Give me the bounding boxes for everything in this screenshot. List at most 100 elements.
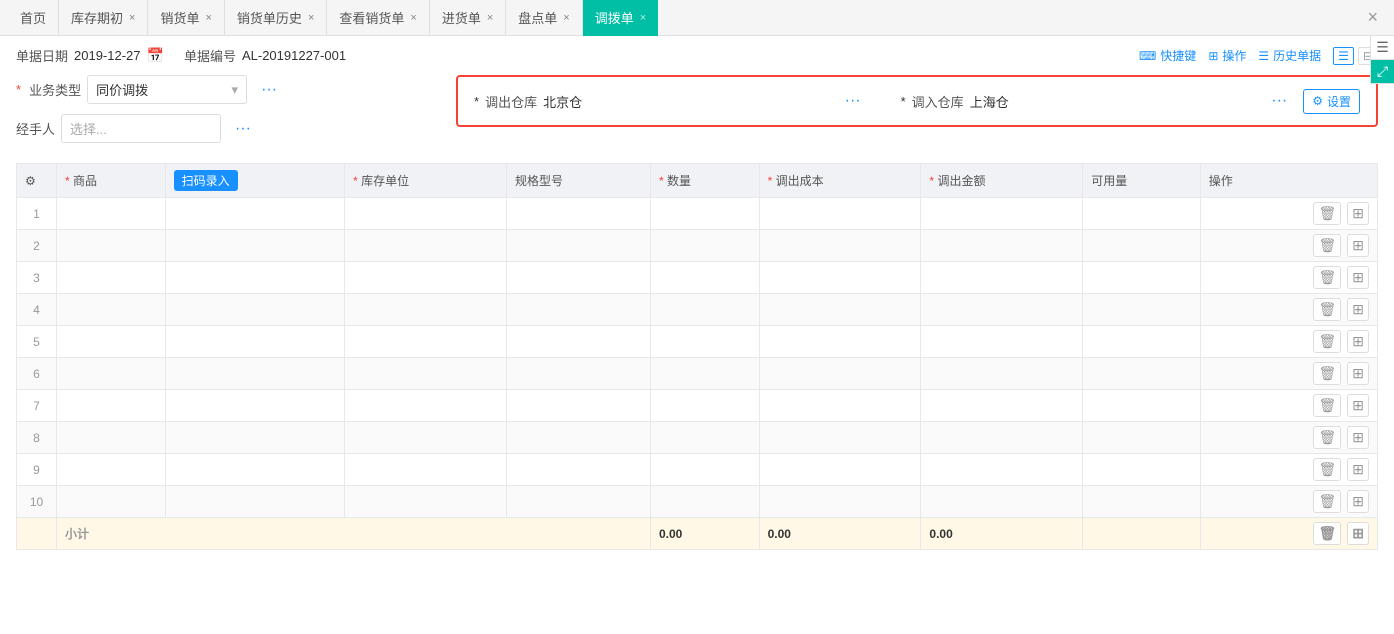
subtotal-amount-cell: 0.00 <box>921 518 1083 550</box>
sidebar-expand-icon[interactable]: ⤢ <box>1370 60 1394 84</box>
th-actions: 操作 <box>1200 164 1377 198</box>
row-num-cell: 8 <box>17 422 57 454</box>
row-cost-cell <box>759 422 921 454</box>
out-warehouse-more-icon[interactable]: ··· <box>845 92 861 110</box>
row-copy-icon[interactable]: ⊞ <box>1347 426 1369 449</box>
subtotal-available-cell <box>1083 518 1200 550</box>
tab-sales-order-close[interactable]: × <box>205 12 211 24</box>
subtotal-actions-cell: 🗑 ⊞ <box>1200 518 1377 550</box>
row-amount-cell <box>921 294 1083 326</box>
tab-bar: 首页 库存期初 × 销货单 × 销货单历史 × 查看销货单 × 进货单 × 盘点… <box>0 0 1394 36</box>
header-right-actions: ⌨ 快捷键 ⊞ 操作 ☰ 历史单据 ☰ ⊟ <box>1139 47 1378 65</box>
row-product-cell[interactable] <box>57 326 166 358</box>
subtotal-delete-icon[interactable]: 🗑 <box>1313 522 1341 545</box>
row-product-cell[interactable] <box>57 390 166 422</box>
row-copy-icon[interactable]: ⊞ <box>1347 202 1369 225</box>
calendar-icon[interactable]: 📅 <box>147 47 164 64</box>
in-warehouse-field: * 调入仓库 上海仓 ··· <box>901 92 1288 111</box>
row-spec-cell <box>506 422 650 454</box>
row-spec-cell <box>506 230 650 262</box>
row-copy-icon[interactable]: ⊞ <box>1347 490 1369 513</box>
sidebar-list-icon[interactable]: ☰ <box>1370 36 1394 60</box>
row-product-cell[interactable] <box>57 198 166 230</box>
row-num-cell: 1 <box>17 198 57 230</box>
row-product-cell[interactable] <box>57 486 166 518</box>
business-type-required: * <box>16 82 21 97</box>
scan-button[interactable]: 扫码录入 <box>174 170 238 191</box>
row-delete-icon[interactable]: 🗑 <box>1313 234 1341 257</box>
tab-transfer-order-close[interactable]: × <box>640 12 646 24</box>
tab-sales-history-close[interactable]: × <box>308 12 314 24</box>
close-all-tabs[interactable]: × <box>1359 7 1386 28</box>
tab-inventory-check-close[interactable]: × <box>563 12 569 24</box>
row-product-cell[interactable] <box>57 358 166 390</box>
shortcuts-btn[interactable]: ⌨ 快捷键 <box>1139 47 1196 64</box>
layout-list-icon[interactable]: ☰ <box>1333 47 1354 65</box>
history-btn[interactable]: ☰ 历史单据 <box>1258 47 1321 64</box>
th-gear[interactable]: ⚙ <box>17 164 57 198</box>
tab-inventory-check-label: 盘点单 <box>518 8 557 27</box>
row-delete-icon[interactable]: 🗑 <box>1313 394 1341 417</box>
person-select[interactable]: 选择... <box>61 114 221 143</box>
row-product-cell[interactable] <box>57 230 166 262</box>
tab-view-sales-close[interactable]: × <box>410 12 416 24</box>
subtotal-copy-icon[interactable]: ⊞ <box>1347 522 1369 545</box>
in-warehouse-more-icon[interactable]: ··· <box>1271 92 1287 110</box>
tab-sales-history[interactable]: 销货单历史 × <box>225 0 327 36</box>
row-cost-cell <box>759 486 921 518</box>
row-delete-icon[interactable]: 🗑 <box>1313 426 1341 449</box>
tab-sales-order[interactable]: 销货单 × <box>148 0 224 36</box>
tab-view-sales-label: 查看销货单 <box>339 8 404 27</box>
row-available-cell <box>1083 454 1200 486</box>
row-copy-icon[interactable]: ⊞ <box>1347 330 1369 353</box>
th-product: * 商品 <box>57 164 166 198</box>
tab-view-sales[interactable]: 查看销货单 × <box>327 0 429 36</box>
row-delete-icon[interactable]: 🗑 <box>1313 298 1341 321</box>
row-delete-icon[interactable]: 🗑 <box>1313 330 1341 353</box>
person-row: 经手人 选择... ··· <box>16 114 456 143</box>
business-type-select[interactable]: 同价调拨 ▾ <box>87 75 247 104</box>
operations-btn[interactable]: ⊞ 操作 <box>1208 47 1246 64</box>
tab-inventory-init[interactable]: 库存期初 × <box>59 0 148 36</box>
row-num-cell: 6 <box>17 358 57 390</box>
table-row: 2 🗑 ⊞ <box>17 230 1378 262</box>
row-delete-icon[interactable]: 🗑 <box>1313 490 1341 513</box>
tab-transfer-order-label: 调拨单 <box>595 8 634 27</box>
row-amount-cell <box>921 358 1083 390</box>
row-copy-icon[interactable]: ⊞ <box>1347 266 1369 289</box>
row-delete-icon[interactable]: 🗑 <box>1313 202 1341 225</box>
row-spec-cell <box>506 198 650 230</box>
row-delete-icon[interactable]: 🗑 <box>1313 266 1341 289</box>
setting-button[interactable]: ⚙ 设置 <box>1303 89 1360 114</box>
table-row: 3 🗑 ⊞ <box>17 262 1378 294</box>
table-container: ⚙ * 商品 扫码录入 * 库存单位 规格型号 <box>16 163 1378 550</box>
row-product-cell[interactable] <box>57 454 166 486</box>
date-value: 2019-12-27 <box>74 48 141 63</box>
tab-purchase-order-close[interactable]: × <box>487 12 493 24</box>
row-unit-cell <box>345 294 507 326</box>
row-product-cell[interactable] <box>57 294 166 326</box>
row-product-cell[interactable] <box>57 422 166 454</box>
row-copy-icon[interactable]: ⊞ <box>1347 362 1369 385</box>
th-amount: * 调出金额 <box>921 164 1083 198</box>
row-copy-icon[interactable]: ⊞ <box>1347 298 1369 321</box>
tab-transfer-order[interactable]: 调拨单 × <box>583 0 658 36</box>
row-copy-icon[interactable]: ⊞ <box>1347 458 1369 481</box>
row-product-cell[interactable] <box>57 262 166 294</box>
row-delete-icon[interactable]: 🗑 <box>1313 458 1341 481</box>
row-scan-cell <box>165 454 345 486</box>
row-available-cell <box>1083 486 1200 518</box>
row-copy-icon[interactable]: ⊞ <box>1347 234 1369 257</box>
row-copy-icon[interactable]: ⊞ <box>1347 394 1369 417</box>
tab-home[interactable]: 首页 <box>8 0 59 36</box>
tab-inventory-init-close[interactable]: × <box>129 12 135 24</box>
row-quantity-cell <box>650 390 759 422</box>
tab-inventory-check[interactable]: 盘点单 × <box>506 0 582 36</box>
person-more-icon[interactable]: ··· <box>235 120 251 138</box>
business-type-more-icon[interactable]: ··· <box>261 81 277 99</box>
tab-purchase-order[interactable]: 进货单 × <box>430 0 506 36</box>
th-scan[interactable]: 扫码录入 <box>165 164 345 198</box>
right-sidebar: ☰ ⤢ <box>1370 36 1394 84</box>
row-scan-cell <box>165 390 345 422</box>
row-delete-icon[interactable]: 🗑 <box>1313 362 1341 385</box>
